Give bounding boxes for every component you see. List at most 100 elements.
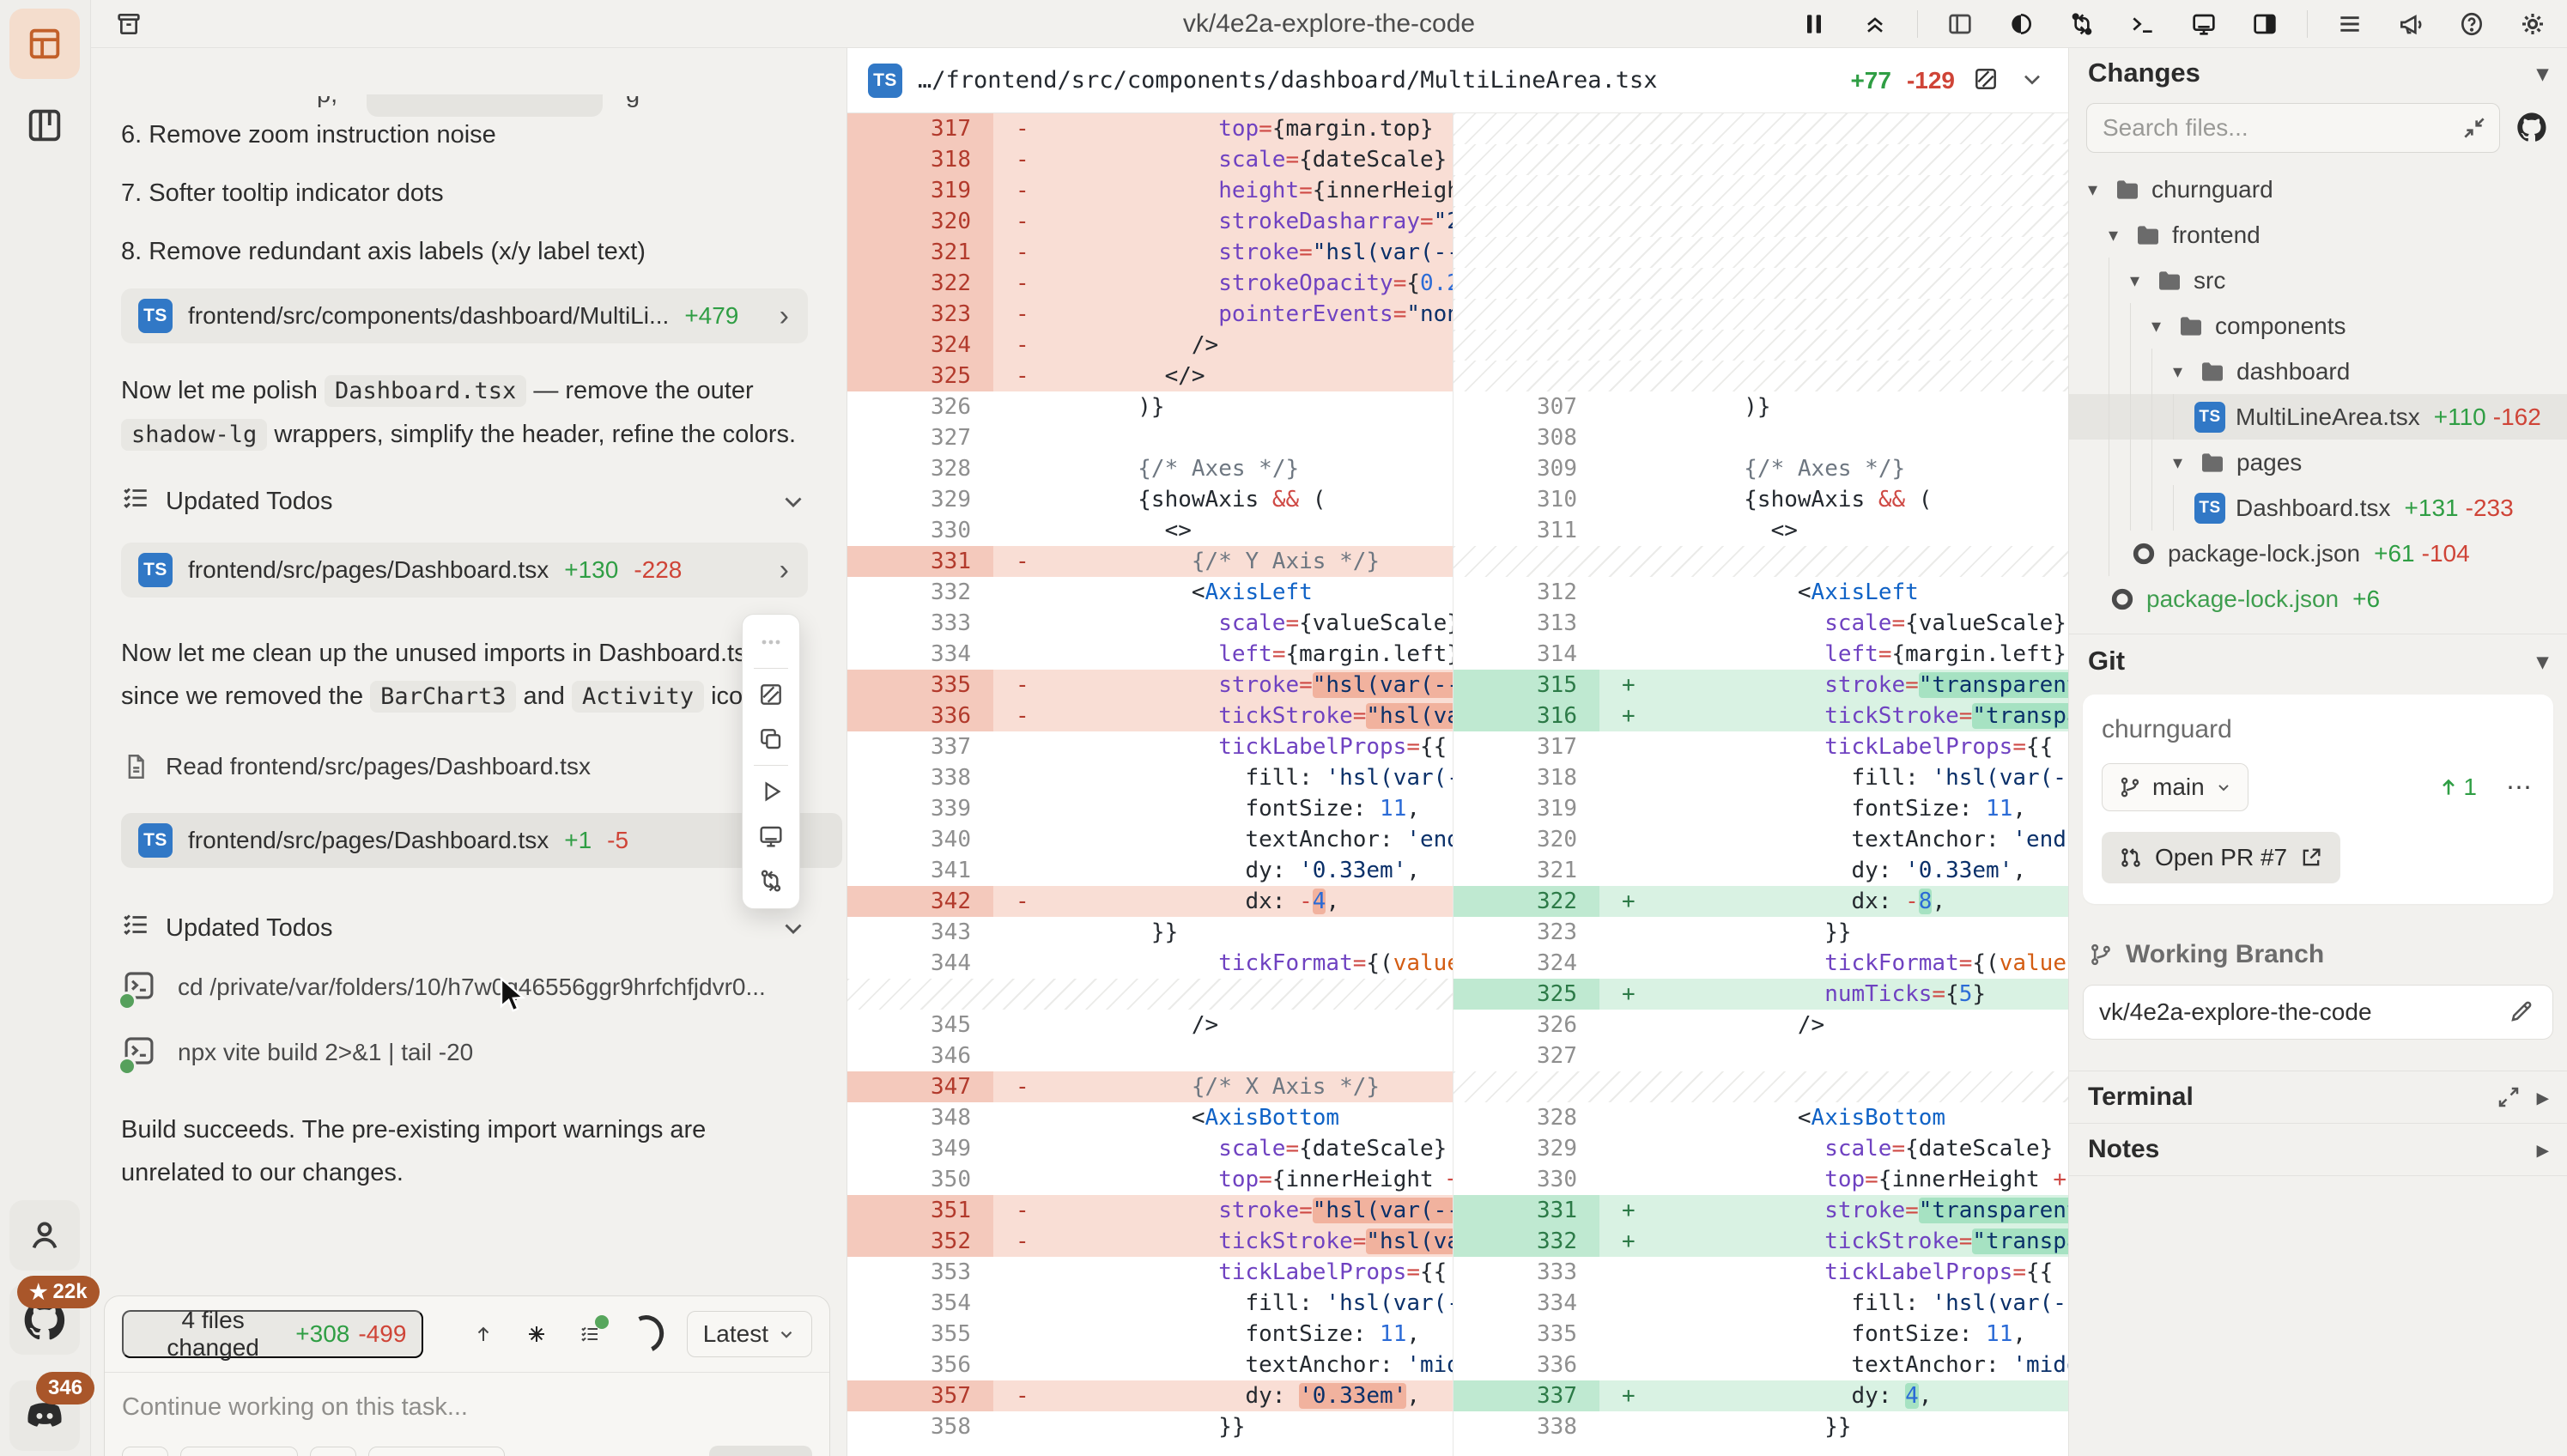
ts-file-icon: TS [138, 823, 173, 858]
expand-terminal-button[interactable] [2496, 1084, 2521, 1110]
file-change-chip[interactable]: TSfrontend/src/pages/Dashboard.tsx+1-5 [121, 813, 842, 868]
diff-view-mode-button[interactable] [1970, 65, 2001, 96]
tree-item-components[interactable]: ▾components [2069, 303, 2567, 349]
diff-row [1453, 268, 2068, 299]
terminal-command-row[interactable]: cd /private/var/folders/10/h7w0q46556ggr… [121, 966, 808, 1009]
archive-button[interactable] [110, 5, 148, 43]
removed-count: -228 [634, 556, 682, 584]
git-card: churnguard main 1 ⋯ Open PR #7 [2083, 695, 2553, 904]
pause-button[interactable] [1795, 5, 1833, 43]
diff-row: 314 left={margin.left} [1453, 639, 2068, 670]
feedback-button[interactable] [2392, 5, 2430, 43]
spark-button[interactable] [521, 1319, 552, 1350]
clipped-code-chip [367, 94, 603, 117]
view-diff-button[interactable] [752, 676, 790, 713]
preview-app-button[interactable] [752, 817, 790, 855]
fast-forward-button[interactable] [310, 1447, 356, 1456]
updated-todos-row[interactable]: Updated Todos [121, 909, 808, 947]
added-count: +1 [564, 827, 592, 854]
tree-item-src[interactable]: ▾src [2069, 258, 2567, 303]
files-changed-chip[interactable]: 4 files changed +308 -499 [122, 1310, 423, 1358]
kanban-icon [25, 106, 64, 145]
diff-row: 320- strokeDasharray="2,4" [847, 206, 1453, 237]
edit-branch-button[interactable] [2506, 997, 2537, 1028]
diff-row: 317 tickLabelProps={{ [1453, 731, 2068, 762]
terminal-section-header[interactable]: Terminal ▸ [2069, 1071, 2567, 1124]
terminal-button[interactable] [2124, 5, 2162, 43]
diff-row: 328 <AxisBottom [1453, 1102, 2068, 1133]
star-icon: ★ [29, 1280, 48, 1305]
added-count: +308 [295, 1320, 349, 1348]
diff-layers-icon [757, 681, 785, 708]
diff-collapse-button[interactable] [2017, 65, 2048, 96]
file-change-chip[interactable]: TSfrontend/src/pages/Dashboard.tsx+130-2… [121, 543, 808, 598]
document-icon [121, 752, 150, 781]
git-compare-button[interactable] [2063, 5, 2101, 43]
toggle-right-panel-button[interactable] [2246, 5, 2284, 43]
tree-item-frontend[interactable]: ▾frontend [2069, 212, 2567, 258]
folder-icon [2199, 358, 2236, 385]
github-repo-button[interactable] [2514, 110, 2550, 146]
branch-dropdown[interactable]: main [2102, 763, 2248, 811]
tree-item-package-lock-json[interactable]: package-lock.json+6 [2069, 576, 2567, 622]
package-json-icon [2109, 585, 2146, 613]
working-branch-field[interactable]: vk/4e2a-explore-the-code [2083, 985, 2553, 1040]
triangle-down-icon: ▾ [2537, 648, 2548, 675]
updated-todos-row[interactable]: Updated Todos [121, 482, 808, 520]
help-button[interactable] [2453, 5, 2491, 43]
toggle-left-panel-button[interactable] [1941, 5, 1979, 43]
send-button[interactable]: Send [709, 1446, 812, 1456]
diff-row: 322- strokeOpacity={0.2} [847, 268, 1453, 299]
diff-row: 348 <AxisBottom [847, 1102, 1453, 1133]
changes-section-header[interactable]: Changes ▾ [2069, 48, 2567, 98]
diff-row: 318- scale={dateScale} [847, 144, 1453, 175]
diff-row: 355 fontSize: 11, [847, 1319, 1453, 1350]
run-button[interactable] [752, 773, 790, 810]
diff-row: 321 dy: '0.33em', [1453, 855, 2068, 886]
scroll-top-button[interactable] [1856, 5, 1894, 43]
composer-settings-button[interactable] [122, 1447, 168, 1456]
diff-row: 309 {/* Axes */} [1453, 453, 2068, 484]
git-section-header[interactable]: Git ▾ [2069, 634, 2567, 688]
tree-item-churnguard[interactable]: ▾churnguard [2069, 167, 2567, 212]
more-actions-button[interactable] [752, 623, 790, 661]
account-button[interactable] [9, 1200, 80, 1271]
terminal-command-row[interactable]: npx vite build 2>&1 | tail -20 [121, 1031, 808, 1074]
tree-item-dashboard[interactable]: ▾dashboard [2069, 349, 2567, 394]
git-branch-icon [2088, 942, 2114, 968]
collapse-tree-button[interactable] [2461, 114, 2488, 142]
github-context-button[interactable] [567, 1451, 604, 1456]
git-more-button[interactable]: ⋯ [2506, 773, 2534, 803]
tree-item-package-lock-json[interactable]: package-lock.json+61-104 [2069, 531, 2567, 576]
tree-item-pages[interactable]: ▾pages [2069, 440, 2567, 485]
diff-row: 335- stroke="hsl(var(--bord [847, 670, 1453, 701]
notes-section-header[interactable]: Notes ▸ [2069, 1124, 2567, 1176]
ahead-count: 1 [2437, 774, 2477, 801]
settings-button[interactable] [2514, 5, 2552, 43]
board-tab[interactable] [9, 90, 80, 161]
scroll-up-button[interactable] [468, 1319, 499, 1350]
file-change-chip[interactable]: TSfrontend/src/components/dashboard/Mult… [121, 288, 808, 343]
mode-dropdown[interactable]: Default [368, 1447, 505, 1456]
menu-button[interactable] [2331, 5, 2369, 43]
tree-item-dashboard-tsx[interactable]: TSDashboard.tsx+131-233 [2069, 485, 2567, 531]
open-pr-button[interactable]: Open PR #7 [2102, 832, 2340, 883]
sign-button[interactable] [616, 1451, 654, 1456]
compare-button[interactable] [752, 862, 790, 900]
diff-panel: TS …/frontend/src/components/dashboard/M… [847, 48, 2068, 1456]
workspace-tab-active[interactable] [9, 9, 80, 79]
preview-button[interactable] [2185, 5, 2223, 43]
diff-row: 319 fontSize: 11, [1453, 793, 2068, 824]
message-input[interactable]: Continue working on this task... [122, 1393, 812, 1422]
attach-button[interactable] [517, 1451, 555, 1456]
left-rail: ★22k 346 [0, 0, 91, 1456]
tree-item-multilinearea-tsx[interactable]: TSMultiLineArea.tsx+110-162 [2069, 394, 2567, 440]
model-dropdown[interactable]: Opus [180, 1447, 298, 1456]
theme-contrast-button[interactable] [2002, 5, 2040, 43]
read-file-row[interactable]: Read frontend/src/pages/Dashboard.tsx [121, 749, 808, 784]
version-dropdown[interactable]: Latest [687, 1311, 812, 1357]
github-stars-badge: ★22k [17, 1276, 100, 1308]
todos-status-button[interactable] [574, 1319, 605, 1350]
copy-button[interactable] [752, 720, 790, 758]
search-files-input[interactable] [2086, 103, 2500, 153]
